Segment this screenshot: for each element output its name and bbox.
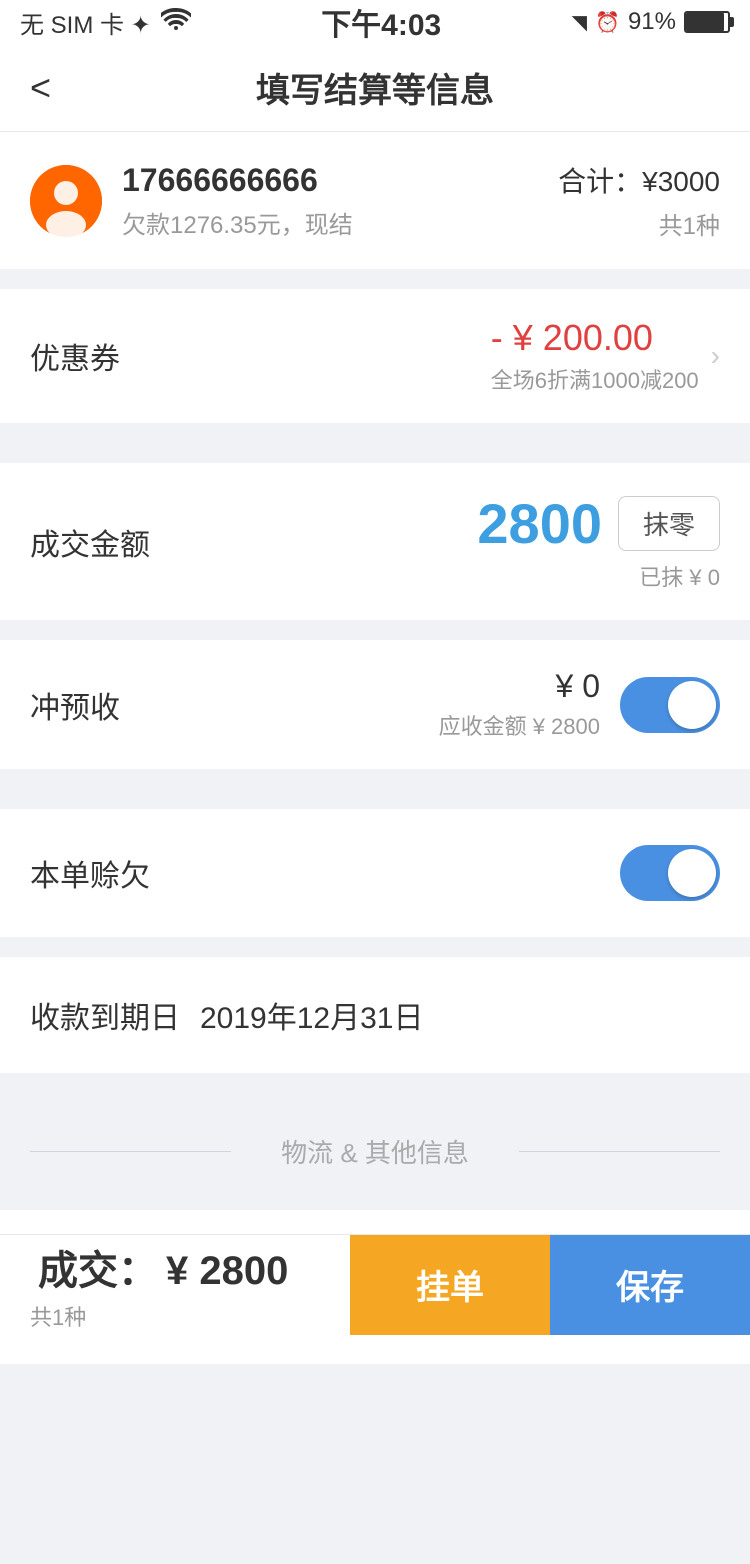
credit-label: 本单赊欠: [30, 851, 150, 895]
deal-amount-top: 2800 抹零: [477, 491, 720, 556]
nav-bar: < 填写结算等信息: [0, 44, 750, 132]
prepay-section: 冲预收 ¥ 0 应收金额 ¥ 2800: [0, 640, 750, 769]
coupon-amount: - ¥ 200.00: [491, 317, 699, 359]
back-button[interactable]: <: [30, 67, 51, 109]
chevron-right-icon: ›: [711, 340, 720, 372]
customer-sub: 欠款1276.35元，现结: [122, 205, 353, 240]
prepay-sub: 应收金额 ¥ 2800: [439, 709, 600, 741]
divider-line-right: [519, 1151, 720, 1152]
bottom-deal-label: 成交：¥ 2800: [30, 1238, 320, 1296]
prepay-amount-value: ¥ 0: [556, 668, 600, 705]
bottom-gray-area: [0, 1364, 750, 1564]
status-bar: 无 SIM 卡 ✦ 下午4:03 ◥ ⏰ 91%: [0, 0, 750, 44]
location-icon: ◥: [572, 10, 587, 35]
due-date-section: 收款到期日 2019年12月31日: [0, 957, 750, 1073]
save-button[interactable]: 保存: [550, 1235, 750, 1335]
section-gap-2: [0, 789, 750, 809]
section-divider: 物流 & 其他信息: [0, 1113, 750, 1190]
credit-toggle-knob: [668, 849, 716, 897]
credit-row: 本单赊欠: [0, 809, 750, 937]
customer-row: 17666666666 欠款1276.35元，现结 合计：¥3000 共1种: [0, 132, 750, 269]
round-button[interactable]: 抹零: [618, 496, 720, 551]
section-divider-text: 物流 & 其他信息: [281, 1133, 469, 1170]
toggle-knob: [668, 681, 716, 729]
coupon-right: - ¥ 200.00 全场6折满1000减200 ›: [491, 317, 720, 395]
sim-label: 无 SIM 卡 ✦: [20, 5, 151, 40]
section-gap-3: [0, 1093, 750, 1113]
bottom-deal-amount: ¥ 2800: [166, 1249, 288, 1293]
avatar: [30, 165, 102, 237]
status-time: 下午4:03: [321, 0, 441, 44]
customer-info: 17666666666 欠款1276.35元，现结: [122, 162, 353, 240]
prepay-toggle[interactable]: [620, 677, 720, 733]
prepay-amounts: ¥ 0 应收金额 ¥ 2800: [439, 668, 600, 741]
bottom-deal-text: 成交：: [38, 1249, 158, 1293]
hold-button[interactable]: 挂单: [350, 1235, 550, 1335]
bottom-count: 共1种: [30, 1300, 320, 1332]
due-date-label: 收款到期日: [30, 993, 180, 1037]
deal-amount-value: 2800: [477, 491, 602, 556]
battery-percent: 91%: [628, 8, 676, 36]
deal-amount-label: 成交金额: [30, 520, 150, 564]
coupon-row[interactable]: 优惠券 - ¥ 200.00 全场6折满1000减200 ›: [0, 289, 750, 423]
coupon-desc: 全场6折满1000减200: [491, 363, 699, 395]
divider-line-left: [30, 1151, 231, 1152]
deal-amount-sub: 已抹 ¥ 0: [639, 560, 720, 592]
status-left: 无 SIM 卡 ✦: [20, 5, 191, 40]
prepay-right: ¥ 0 应收金额 ¥ 2800: [439, 668, 720, 741]
total-count: 共1种: [558, 206, 720, 241]
wifi-icon: [161, 8, 191, 37]
page-title: 填写结算等信息: [256, 63, 494, 112]
due-date-row: 收款到期日 2019年12月31日: [0, 957, 750, 1073]
coupon-label: 优惠券: [30, 334, 120, 378]
section-gap-1: [0, 443, 750, 463]
credit-toggle[interactable]: [620, 845, 720, 901]
credit-section: 本单赊欠: [0, 809, 750, 937]
prepay-label: 冲预收: [30, 683, 120, 727]
customer-left: 17666666666 欠款1276.35元，现结: [30, 162, 353, 240]
customer-phone: 17666666666: [122, 162, 353, 199]
deal-amount-right: 2800 抹零 已抹 ¥ 0: [477, 491, 720, 592]
due-date-value: 2019年12月31日: [200, 993, 423, 1037]
bottom-bar: 成交：¥ 2800 共1种 挂单 保存: [0, 1234, 750, 1334]
total-label: 合计：¥3000: [558, 160, 720, 200]
customer-total: 合计：¥3000 共1种: [558, 160, 720, 241]
bottom-info: 成交：¥ 2800 共1种: [0, 1238, 350, 1332]
prepay-row: 冲预收 ¥ 0 应收金额 ¥ 2800: [0, 640, 750, 769]
battery-icon: [684, 11, 730, 33]
status-right: ◥ ⏰ 91%: [572, 8, 730, 36]
deal-amount-row: 成交金额 2800 抹零 已抹 ¥ 0: [0, 463, 750, 620]
alarm-icon: ⏰: [595, 10, 620, 35]
deal-amount-section: 成交金额 2800 抹零 已抹 ¥ 0: [0, 463, 750, 620]
